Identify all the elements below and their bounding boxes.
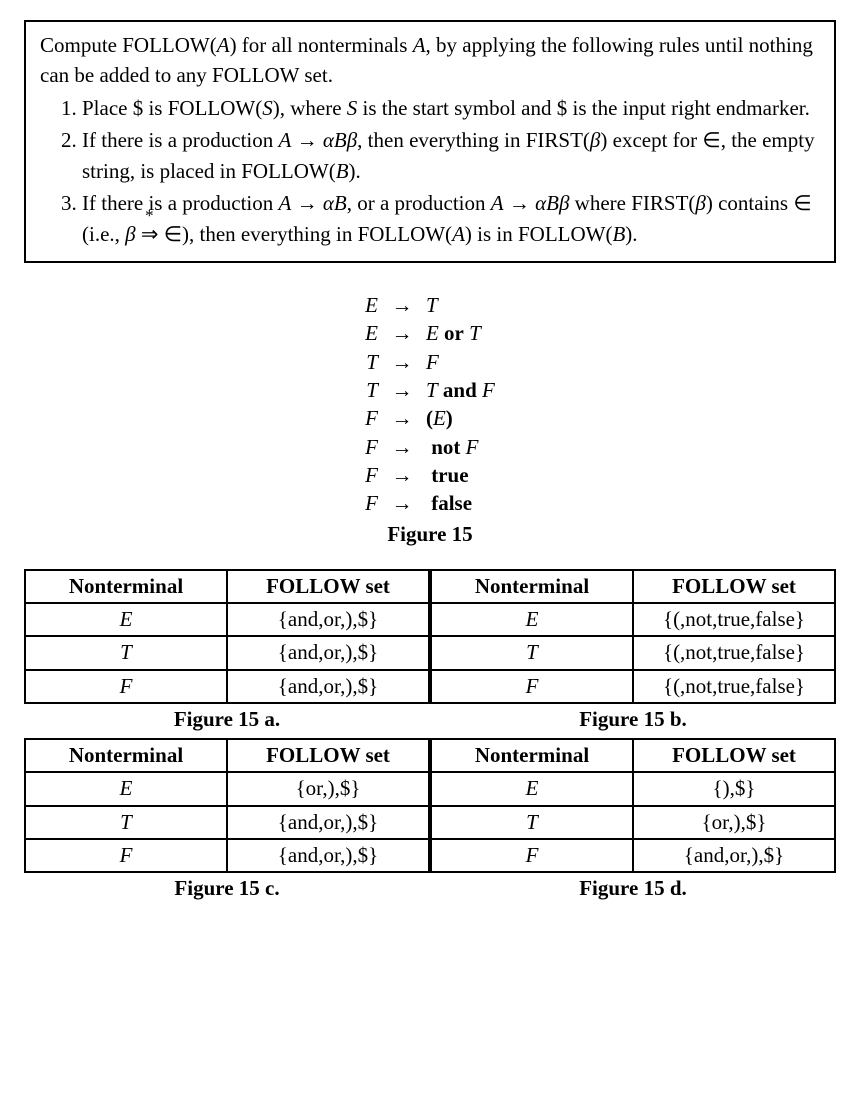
grammar-row: E→T — [359, 291, 501, 319]
grammar-caption: Figure 15 — [359, 522, 501, 547]
table-b: NonterminalFOLLOW set E{(,not,true,false… — [430, 569, 836, 704]
grammar-row: F→ false — [359, 489, 501, 517]
col-nonterminal: Nonterminal — [25, 570, 227, 603]
table-c: NonterminalFOLLOW set E{or,),$} T{and,or… — [24, 738, 430, 873]
caption-b: Figure 15 b. — [430, 704, 836, 738]
table-row: E{(,not,true,false} — [431, 603, 835, 636]
table-row: E{and,or,),$} — [25, 603, 429, 636]
col-nonterminal: Nonterminal — [431, 739, 633, 772]
grammar-row: F→ true — [359, 461, 501, 489]
col-follow-set: FOLLOW set — [633, 570, 835, 603]
grammar-figure: E→T E→E or T T→F T→T and F F→(E) F→ not … — [359, 291, 501, 547]
algorithm-intro: Compute FOLLOW(A) for all nonterminals A… — [40, 30, 820, 91]
grammar-row: T→T and F — [359, 376, 501, 404]
grammar-row: E→E or T — [359, 319, 501, 347]
caption-c: Figure 15 c. — [24, 873, 430, 907]
grammar-row: F→ not F — [359, 433, 501, 461]
table-row: F{(,not,true,false} — [431, 670, 835, 703]
caption-a: Figure 15 a. — [24, 704, 430, 738]
table-row: T{(,not,true,false} — [431, 636, 835, 669]
table-row: T{and,or,),$} — [25, 636, 429, 669]
algorithm-rules-list: Place $ is FOLLOW(S), where S is the sta… — [40, 93, 820, 249]
rule-3: If there is a production A → αB, or a pr… — [82, 188, 820, 249]
table-row: F{and,or,),$} — [431, 839, 835, 872]
col-follow-set: FOLLOW set — [633, 739, 835, 772]
table-row: T{or,),$} — [431, 806, 835, 839]
col-nonterminal: Nonterminal — [431, 570, 633, 603]
grammar-row: T→F — [359, 348, 501, 376]
rule-2: If there is a production A → αBβ, then e… — [82, 125, 820, 186]
grammar-table: E→T E→E or T T→F T→T and F F→(E) F→ not … — [359, 291, 501, 518]
table-a: NonterminalFOLLOW set E{and,or,),$} T{an… — [24, 569, 430, 704]
table-row: E{),$} — [431, 772, 835, 805]
col-follow-set: FOLLOW set — [227, 570, 429, 603]
table-row: F{and,or,),$} — [25, 670, 429, 703]
grammar-row: F→(E) — [359, 404, 501, 432]
table-row: T{and,or,),$} — [25, 806, 429, 839]
rule-1: Place $ is FOLLOW(S), where S is the sta… — [82, 93, 820, 123]
table-row: F{and,or,),$} — [25, 839, 429, 872]
col-nonterminal: Nonterminal — [25, 739, 227, 772]
follow-tables: NonterminalFOLLOW set E{and,or,),$} T{an… — [24, 569, 836, 907]
col-follow-set: FOLLOW set — [227, 739, 429, 772]
algorithm-box: Compute FOLLOW(A) for all nonterminals A… — [24, 20, 836, 263]
caption-d: Figure 15 d. — [430, 873, 836, 907]
table-d: NonterminalFOLLOW set E{),$} T{or,),$} F… — [430, 738, 836, 873]
table-row: E{or,),$} — [25, 772, 429, 805]
